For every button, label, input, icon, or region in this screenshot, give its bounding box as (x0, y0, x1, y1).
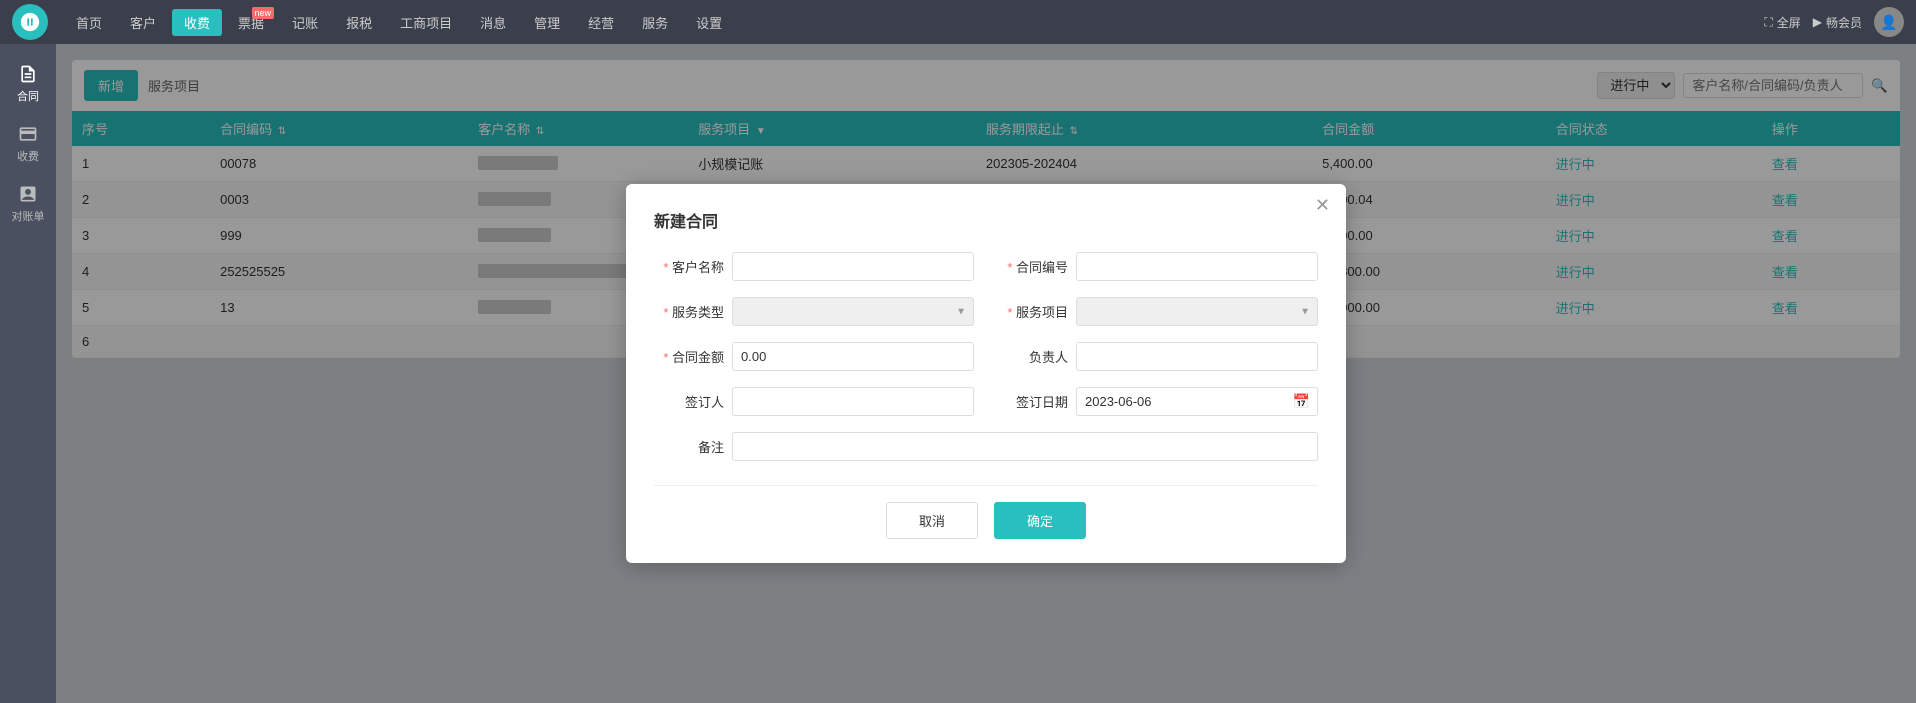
sidebar-item-payment[interactable]: 收费 (0, 114, 56, 174)
cancel-button[interactable]: 取消 (886, 502, 978, 539)
responsible-label: 负责人 (998, 347, 1068, 366)
service-type-label: 服务类型 (654, 302, 724, 321)
fullscreen-icon: ⛶ (1764, 15, 1772, 30)
service-type-row: 服务类型 (654, 297, 974, 326)
signer-label: 签订人 (654, 392, 724, 411)
nav-operation[interactable]: 经营 (576, 9, 626, 36)
service-item-select[interactable] (1076, 297, 1318, 326)
contract-no-label: 合同编号 (998, 257, 1068, 276)
app-logo (12, 4, 48, 40)
contract-amount-row: 合同金额 (654, 342, 974, 371)
nav-bookkeeping[interactable]: 记账 (280, 9, 330, 36)
sign-date-wrapper: 📅 (1076, 387, 1318, 416)
modal-overlay: ✕ 新建合同 客户名称 合同编号 服务类型 服 (56, 44, 1916, 703)
dialog-title: 新建合同 (654, 208, 1318, 232)
statement-icon (18, 184, 38, 204)
nav-message[interactable]: 消息 (468, 9, 518, 36)
customer-name-label: 客户名称 (654, 257, 724, 276)
nav-invoice[interactable]: 票据 new (226, 9, 276, 36)
service-type-select[interactable] (732, 297, 974, 326)
service-item-select-wrapper (1076, 297, 1318, 326)
sidebar-item-statement[interactable]: 对账单 (0, 174, 56, 234)
service-type-select-wrapper (732, 297, 974, 326)
avatar[interactable]: 👤 (1874, 7, 1904, 37)
dialog-close-button[interactable]: ✕ (1315, 196, 1330, 214)
remark-input[interactable] (732, 432, 1318, 461)
nav-fee[interactable]: 收费 (172, 9, 222, 36)
sign-date-input[interactable] (1076, 387, 1318, 416)
sidebar: 合同 收费 对账单 (0, 44, 56, 703)
member-btn[interactable]: ▶ 畅会员 (1813, 14, 1862, 31)
member-icon: ▶ (1813, 15, 1822, 29)
service-item-label: 服务项目 (998, 302, 1068, 321)
responsible-row: 负责人 (998, 342, 1318, 371)
customer-name-row: 客户名称 (654, 252, 974, 281)
signer-row: 签订人 (654, 387, 974, 416)
new-contract-dialog: ✕ 新建合同 客户名称 合同编号 服务类型 服 (626, 184, 1346, 563)
nav-service[interactable]: 服务 (630, 9, 680, 36)
nav-settings[interactable]: 设置 (684, 9, 734, 36)
sidebar-item-contract[interactable]: 合同 (0, 54, 56, 114)
responsible-input[interactable] (1076, 342, 1318, 371)
dialog-footer: 取消 确定 (654, 485, 1318, 539)
contract-no-row: 合同编号 (998, 252, 1318, 281)
contract-icon (18, 64, 38, 84)
contract-amount-label: 合同金额 (654, 347, 724, 366)
contract-no-input[interactable] (1076, 252, 1318, 281)
remark-row: 备注 (654, 432, 1318, 461)
nav-right: ⛶ 全屏 ▶ 畅会员 👤 (1764, 7, 1904, 37)
fullscreen-btn[interactable]: ⛶ 全屏 (1764, 14, 1800, 31)
dialog-form: 客户名称 合同编号 服务类型 服务项目 (654, 252, 1318, 461)
sign-date-label: 签订日期 (998, 392, 1068, 411)
contract-amount-input[interactable] (732, 342, 974, 371)
top-nav: 首页 客户 收费 票据 new 记账 报税 工商项目 消息 管理 经营 服务 设… (0, 0, 1916, 44)
new-badge: new (252, 7, 275, 20)
nav-manage[interactable]: 管理 (522, 9, 572, 36)
remark-label: 备注 (654, 437, 724, 456)
avatar-icon: 👤 (1880, 14, 1897, 31)
nav-items: 首页 客户 收费 票据 new 记账 报税 工商项目 消息 管理 经营 服务 设… (64, 9, 1764, 36)
signer-input[interactable] (732, 387, 974, 416)
sign-date-row: 签订日期 📅 (998, 387, 1318, 416)
payment-icon (18, 124, 38, 144)
service-item-row: 服务项目 (998, 297, 1318, 326)
nav-home[interactable]: 首页 (64, 9, 114, 36)
nav-business[interactable]: 工商项目 (388, 9, 464, 36)
customer-name-input[interactable] (732, 252, 974, 281)
nav-customer[interactable]: 客户 (118, 9, 168, 36)
calendar-icon[interactable]: 📅 (1293, 393, 1310, 410)
confirm-button[interactable]: 确定 (994, 502, 1086, 539)
nav-tax[interactable]: 报税 (334, 9, 384, 36)
